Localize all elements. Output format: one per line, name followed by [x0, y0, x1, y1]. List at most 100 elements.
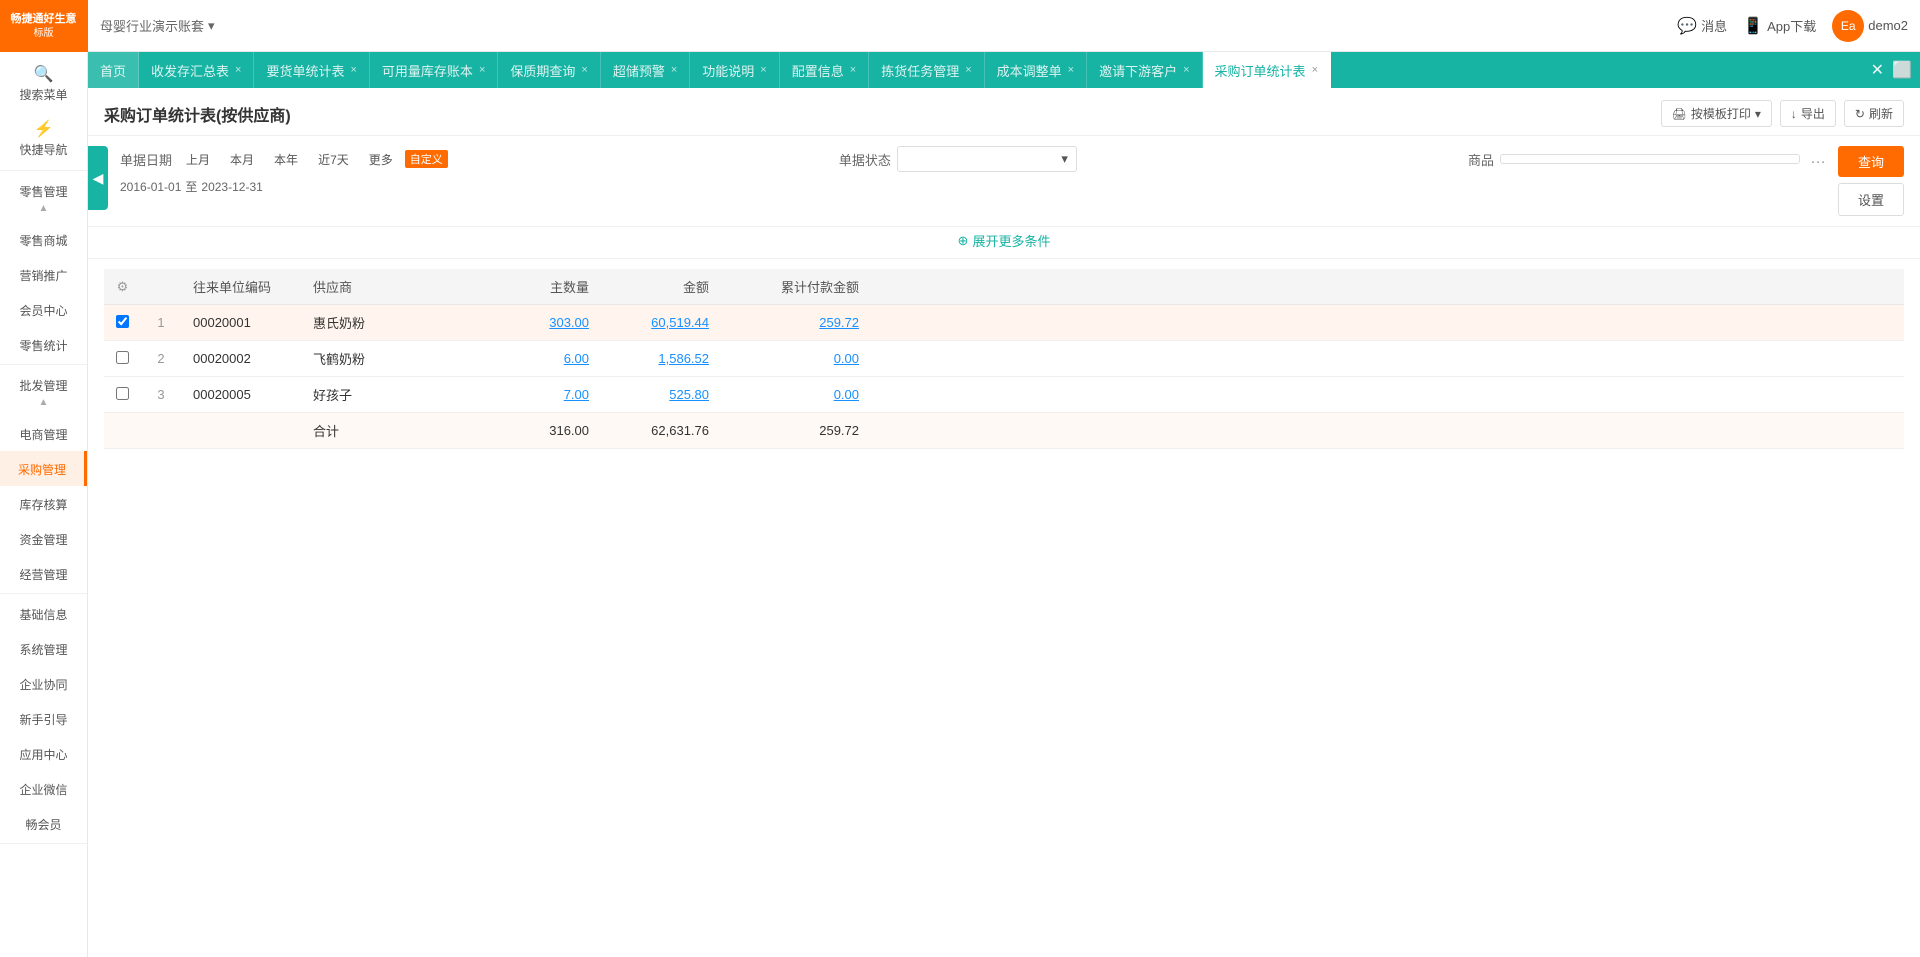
export-button[interactable]: ↓ 导出 — [1780, 100, 1836, 127]
sidebar-item-inventory[interactable]: 库存核算 — [0, 486, 87, 521]
tab-available-stock-close[interactable]: × — [479, 64, 485, 76]
date-btn-7days[interactable]: 近7天 — [310, 149, 357, 170]
sidebar-guide-label: 新手引导 — [4, 711, 83, 728]
tab-maximize-btn[interactable]: ⬜ — [1892, 60, 1912, 80]
tab-expiry[interactable]: 保质期查询 × — [498, 52, 600, 88]
row2-check-input[interactable] — [116, 351, 129, 364]
tab-receive-summary[interactable]: 收发存汇总表 × — [139, 52, 254, 88]
row3-amount[interactable]: 525.80 — [601, 377, 721, 413]
sidebar-operations-label: 经营管理 — [4, 566, 83, 583]
tab-goods-stats[interactable]: 要货单统计表 × — [254, 52, 369, 88]
row2-supplier: 飞鹤奶粉 — [301, 341, 501, 377]
tab-config[interactable]: 配置信息 × — [780, 52, 869, 88]
tab-available-stock[interactable]: 可用量库存账本 × — [370, 52, 498, 88]
row2-qty[interactable]: 6.00 — [501, 341, 601, 377]
sidebar-item-guide[interactable]: 新手引导 — [0, 701, 87, 736]
tab-overstock-close[interactable]: × — [671, 64, 677, 76]
goods-input[interactable] — [1500, 154, 1800, 164]
row2-checkbox[interactable] — [104, 341, 141, 377]
sidebar-item-wechat[interactable]: 企业微信 — [0, 771, 87, 806]
tab-close-all-btn[interactable]: ✕ — [1871, 60, 1884, 80]
print-button[interactable]: 🖨 按模板打印 ▾ — [1661, 100, 1772, 127]
row1-check-input[interactable] — [116, 315, 129, 328]
sidebar-item-enterprise[interactable]: 企业协同 — [0, 666, 87, 701]
custom-date-badge[interactable]: 自定义 — [405, 150, 448, 168]
row3-checkbox[interactable] — [104, 377, 141, 413]
goods-more-btn[interactable]: … — [1810, 150, 1826, 168]
sidebar-item-member[interactable]: 会员中心 — [0, 292, 87, 327]
app-download-btn[interactable]: 📱 App下载 — [1743, 16, 1816, 36]
tab-home[interactable]: 首页 — [88, 52, 139, 88]
filter-collapse-toggle[interactable]: ◀ — [88, 146, 108, 210]
sidebar-item-retail-stats[interactable]: 零售统计 — [0, 327, 87, 362]
date-btn-this-year[interactable]: 本年 — [266, 149, 306, 170]
message-btn[interactable]: 💬 消息 — [1677, 16, 1727, 36]
date-btn-more[interactable]: 更多 — [361, 149, 401, 170]
sidebar-item-finance[interactable]: 资金管理 — [0, 521, 87, 556]
table-settings-icon[interactable]: ⚙ — [117, 279, 129, 294]
table-row[interactable]: 1 00020001 惠氏奶粉 303.00 60,519.44 259.72 — [104, 305, 1904, 341]
tab-config-close[interactable]: × — [850, 64, 856, 76]
tab-cost-adjust[interactable]: 成本调整单 × — [985, 52, 1087, 88]
tab-function-desc-close[interactable]: × — [760, 64, 766, 76]
tab-goods-stats-close[interactable]: × — [350, 64, 356, 76]
expand-filter-btn[interactable]: ⊕ 展开更多条件 — [958, 231, 1051, 250]
sidebar-item-operations[interactable]: 经营管理 — [0, 556, 87, 591]
tab-function-desc[interactable]: 功能说明 × — [690, 52, 779, 88]
table-row[interactable]: 3 00020005 好孩子 7.00 525.80 0.00 — [104, 377, 1904, 413]
refresh-button[interactable]: ↻ 刷新 — [1844, 100, 1904, 127]
logo-text: 畅捷通好生意标版 — [11, 12, 77, 41]
sidebar-item-system[interactable]: 系统管理 — [0, 631, 87, 666]
user-section[interactable]: Ea demo2 — [1832, 10, 1908, 42]
row1-code: 00020001 — [181, 305, 301, 341]
workspace-selector[interactable]: 母婴行业演示账套 ▾ — [100, 16, 215, 35]
date-btn-this-month[interactable]: 本月 — [222, 149, 262, 170]
date-btn-last-month[interactable]: 上月 — [178, 149, 218, 170]
row2-num: 2 — [141, 341, 181, 377]
footer-amount: 62,631.76 — [601, 413, 721, 449]
sidebar-item-wholesale[interactable]: 批发管理 ▲ — [0, 367, 87, 416]
sidebar-retail-stats-label: 零售统计 — [4, 337, 83, 354]
row3-qty[interactable]: 7.00 — [501, 377, 601, 413]
tab-expiry-close[interactable]: × — [581, 64, 587, 76]
sidebar-item-basic-info[interactable]: 基础信息 — [0, 596, 87, 631]
status-select[interactable]: ▾ — [897, 146, 1077, 172]
tab-invite-customer[interactable]: 邀请下游客户 × — [1087, 52, 1202, 88]
sidebar-item-search[interactable]: 🔍 搜索菜单 — [0, 56, 87, 111]
query-button[interactable]: 查询 — [1838, 146, 1904, 177]
date-quick-btns: 上月 本月 本年 近7天 更多 自定义 — [178, 149, 448, 170]
row1-paid[interactable]: 259.72 — [721, 305, 871, 341]
tab-cost-adjust-close[interactable]: × — [1068, 64, 1074, 76]
col-settings[interactable]: ⚙ — [104, 269, 141, 305]
tab-overstock-label: 超储预警 — [613, 61, 665, 80]
sidebar-item-quick-nav[interactable]: ⚡ 快捷导航 — [0, 111, 87, 166]
tab-purchase-stats[interactable]: 采购订单统计表 × — [1203, 52, 1331, 88]
settings-button[interactable]: 设置 — [1838, 183, 1904, 216]
tab-overstock[interactable]: 超储预警 × — [601, 52, 690, 88]
sidebar-item-member2[interactable]: 畅会员 — [0, 806, 87, 841]
tab-receive-summary-close[interactable]: × — [235, 64, 241, 76]
row1-qty[interactable]: 303.00 — [501, 305, 601, 341]
sidebar-item-app-center[interactable]: 应用中心 — [0, 736, 87, 771]
sidebar-item-marketing[interactable]: 营销推广 — [0, 257, 87, 292]
row2-paid[interactable]: 0.00 — [721, 341, 871, 377]
row1-amount[interactable]: 60,519.44 — [601, 305, 721, 341]
row3-paid[interactable]: 0.00 — [721, 377, 871, 413]
row3-check-input[interactable] — [116, 387, 129, 400]
print-icon: 🖨 — [1672, 107, 1687, 121]
sidebar-item-ecommerce[interactable]: 电商管理 — [0, 416, 87, 451]
tab-pick-task-close[interactable]: × — [965, 64, 971, 76]
avatar-initials: Ea — [1841, 19, 1856, 33]
tab-pick-task[interactable]: 拣货任务管理 × — [869, 52, 984, 88]
row2-amount[interactable]: 1,586.52 — [601, 341, 721, 377]
tab-purchase-stats-close[interactable]: × — [1312, 64, 1318, 76]
row1-checkbox[interactable] — [104, 305, 141, 341]
sidebar-item-retail-mgmt[interactable]: 零售管理 ▲ — [0, 173, 87, 222]
table-row[interactable]: 2 00020002 飞鹤奶粉 6.00 1,586.52 0.00 — [104, 341, 1904, 377]
tab-invite-customer-close[interactable]: × — [1183, 64, 1189, 76]
col-code-header: 往来单位编码 — [181, 269, 301, 305]
sidebar-item-purchase[interactable]: 采购管理 — [0, 451, 87, 486]
filter-goods-group: 商品 … — [1468, 150, 1826, 169]
sidebar-item-retail-store[interactable]: 零售商城 — [0, 222, 87, 257]
sidebar-system-label: 系统管理 — [4, 641, 83, 658]
